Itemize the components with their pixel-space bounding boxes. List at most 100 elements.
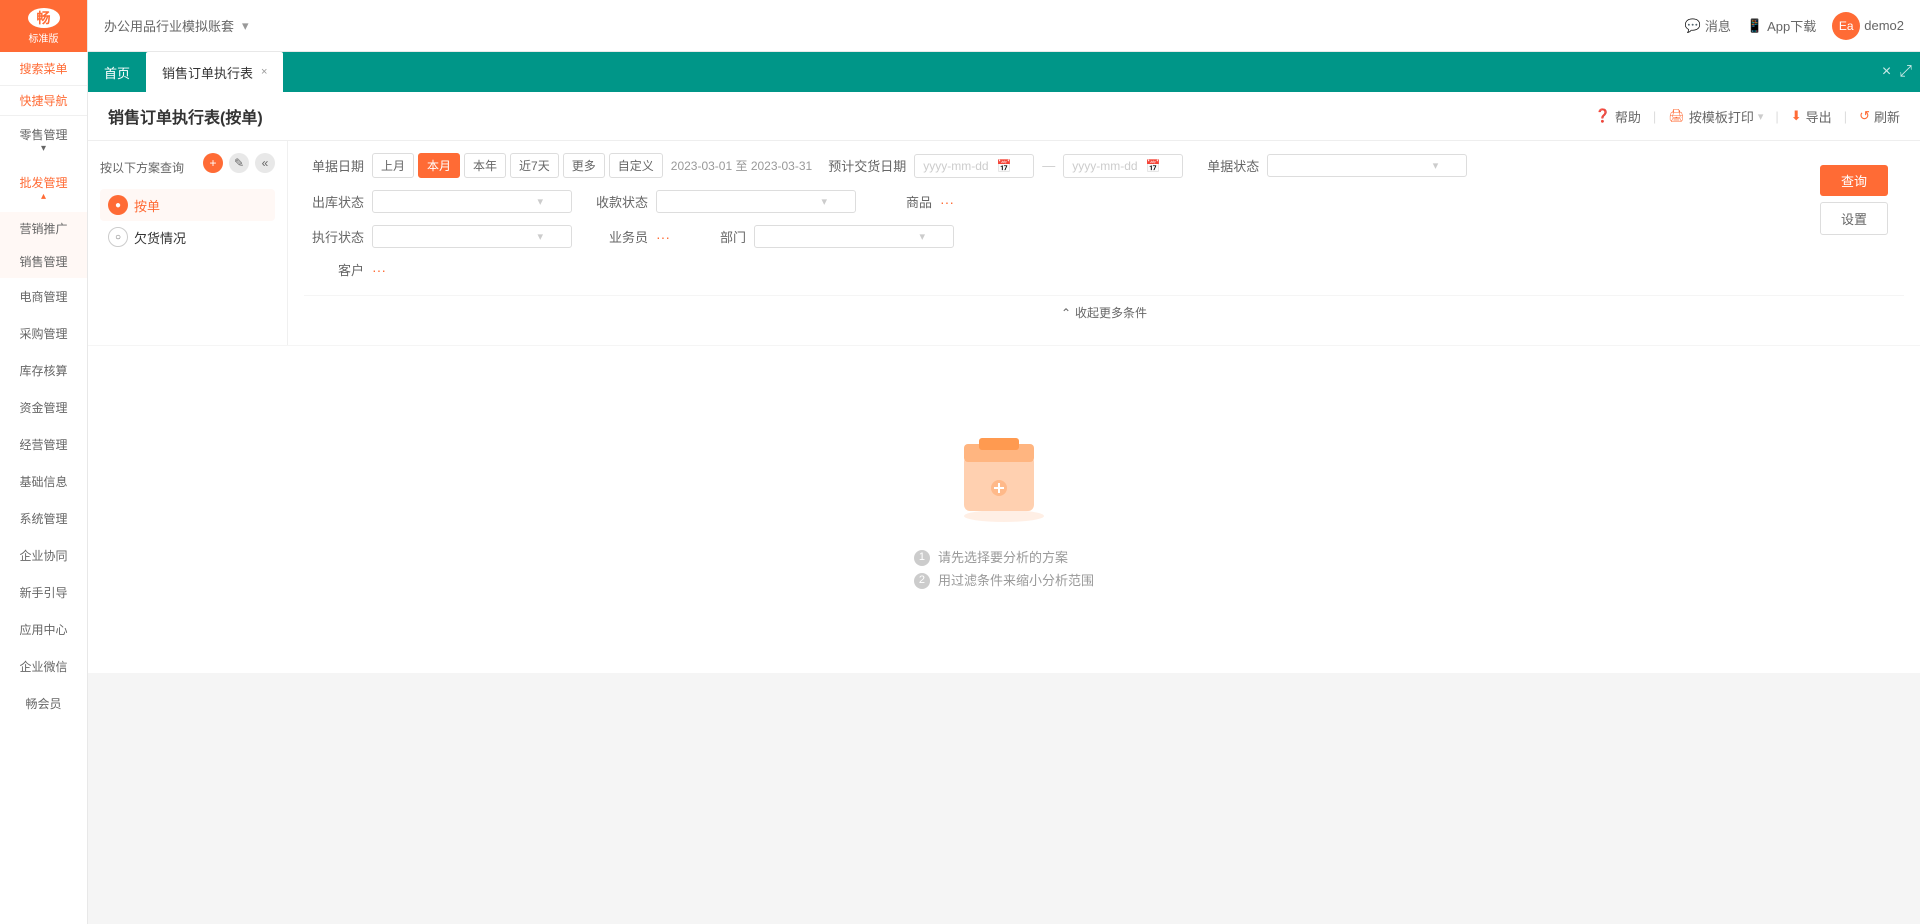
- add-plan-button[interactable]: +: [203, 153, 223, 173]
- export-action[interactable]: ⬇ 导出: [1791, 107, 1832, 126]
- filter-doc-status-field: 单据状态 ▾: [1199, 154, 1467, 177]
- print-action[interactable]: 🖨 按模板打印 ▾: [1668, 107, 1763, 126]
- app-download-action[interactable]: 📱 App下载: [1747, 16, 1816, 35]
- filter-salesperson-field: 业务员 ···: [588, 227, 670, 246]
- exec-status-select[interactable]: ▾: [372, 225, 572, 248]
- filter-department-field: 部门 ▾: [686, 225, 954, 248]
- sidebar-item-purchase[interactable]: 采购管理: [0, 315, 87, 352]
- filter-row-2: 出库状态 ▾ 收款状态: [304, 190, 1804, 213]
- sidebar-item-finance[interactable]: 资金管理: [0, 389, 87, 426]
- filter-plan-actions: + ✎ «: [203, 153, 275, 173]
- message-icon: 💬: [1685, 18, 1701, 34]
- doc-status-label: 单据状态: [1199, 156, 1259, 175]
- edit-plan-button[interactable]: ✎: [229, 153, 249, 173]
- expected-date-end[interactable]: yyyy-mm-dd 📅: [1063, 154, 1183, 178]
- plan-inactive-icon: ○: [108, 227, 128, 247]
- expected-date-start[interactable]: yyyy-mm-dd 📅: [914, 154, 1034, 178]
- sidebar-item-retail[interactable]: 零售管理 ▾: [0, 116, 87, 164]
- filter-goods-field: 商品 ···: [872, 192, 954, 211]
- filter-row-1: 单据日期 上月 本月 本年 近7天 更多 自定义 2023-03-01 至 20…: [304, 153, 1804, 178]
- plan-item-backorder[interactable]: ○ 欠货情况: [100, 221, 275, 253]
- page-content: 销售订单执行表(按单) ❓ 帮助 | 🖨 按模板打印 ▾ | ⬇ 导出 |: [88, 92, 1920, 924]
- sidebar-item-marketing[interactable]: 营销推广: [0, 212, 87, 245]
- tab-close-all-icon[interactable]: ×: [1882, 63, 1891, 81]
- refresh-action[interactable]: ↺ 刷新: [1859, 107, 1900, 126]
- export-icon: ⬇: [1791, 108, 1802, 124]
- sidebar-item-system[interactable]: 系统管理: [0, 500, 87, 537]
- refresh-icon: ↺: [1859, 108, 1870, 124]
- sidebar-item-ecommerce[interactable]: 电商管理: [0, 278, 87, 315]
- message-action[interactable]: 💬 消息: [1685, 16, 1731, 35]
- date-btn-custom[interactable]: 自定义: [609, 153, 663, 178]
- date-btn-this-year[interactable]: 本年: [464, 153, 506, 178]
- goods-picker-icon[interactable]: ···: [940, 194, 954, 210]
- filter-section: 按以下方案查询 + ✎ « ● 按单 ○ 欠货情况: [88, 141, 1920, 345]
- sidebar-quick-nav[interactable]: 快捷导航: [0, 86, 87, 116]
- ship-status-label: 出库状态: [304, 192, 364, 211]
- filter-expected-date-field: 预计交货日期 yyyy-mm-dd 📅 — yyyy-mm-dd 📅: [828, 154, 1183, 178]
- filter-plan-panel: 按以下方案查询 + ✎ « ● 按单 ○ 欠货情况: [88, 141, 288, 345]
- sidebar-item-corp-collab[interactable]: 企业协同: [0, 537, 87, 574]
- date-btn-more[interactable]: 更多: [563, 153, 605, 178]
- tab-close-icon[interactable]: ×: [261, 66, 267, 78]
- page-title: 销售订单执行表(按单): [108, 104, 263, 128]
- date-btn-last-month[interactable]: 上月: [372, 153, 414, 178]
- sidebar-item-newbie[interactable]: 新手引导: [0, 574, 87, 611]
- plan-item-by-order[interactable]: ● 按单: [100, 189, 275, 221]
- sidebar: 畅 标准版 搜索菜单 快捷导航 零售管理 ▾ 批发管理 ▴ 营销推广 销售管理 …: [0, 0, 88, 924]
- salesperson-picker-icon[interactable]: ···: [656, 229, 670, 245]
- set-button[interactable]: 设置: [1820, 202, 1888, 235]
- breadcrumb-text: 办公用品行业模拟账套: [104, 16, 234, 35]
- collect-status-select[interactable]: ▾: [656, 190, 856, 213]
- collapse-plan-button[interactable]: «: [255, 153, 275, 173]
- sidebar-item-inventory[interactable]: 库存核算: [0, 352, 87, 389]
- breadcrumb-dropdown-icon[interactable]: ▾: [242, 18, 249, 34]
- breadcrumb: 办公用品行业模拟账套 ▾: [104, 16, 249, 35]
- date-button-group: 上月 本月 本年 近7天 更多 自定义 2023-03-01 至 2023-03…: [372, 153, 812, 178]
- query-button[interactable]: 查询: [1820, 165, 1888, 196]
- sidebar-item-app-center[interactable]: 应用中心: [0, 611, 87, 648]
- page-header: 销售订单执行表(按单) ❓ 帮助 | 🖨 按模板打印 ▾ | ⬇ 导出 |: [88, 92, 1920, 141]
- query-btn-area: 查询 设置: [1804, 153, 1904, 247]
- filter-plan-title: 按以下方案查询 + ✎ «: [100, 153, 275, 181]
- plan-active-icon: ●: [108, 195, 128, 215]
- top-header: 办公用品行业模拟账套 ▾ 💬 消息 📱 App下载 Ea demo2: [88, 0, 1920, 52]
- tab-bar: 首页 销售订单执行表 × × ⤢: [88, 52, 1920, 92]
- filter-exec-status-field: 执行状态 ▾: [304, 225, 572, 248]
- tab-expand-icon[interactable]: ⤢: [1899, 63, 1912, 81]
- sidebar-item-sales[interactable]: 销售管理: [0, 245, 87, 278]
- sidebar-search[interactable]: 搜索菜单: [0, 52, 87, 86]
- select-arrow-dept-icon: ▾: [919, 230, 925, 243]
- user-avatar[interactable]: Ea demo2: [1832, 12, 1904, 40]
- date-btn-7days[interactable]: 近7天: [510, 153, 559, 178]
- calendar-icon: 📅: [997, 159, 1012, 173]
- department-label: 部门: [686, 227, 746, 246]
- goods-label: 商品: [872, 192, 932, 211]
- sidebar-item-member[interactable]: 畅会员: [0, 685, 87, 722]
- filter-date-field: 单据日期 上月 本月 本年 近7天 更多 自定义 2023-03-01 至 20…: [304, 153, 812, 178]
- select-arrow-collect-icon: ▾: [821, 195, 827, 208]
- filter-fields-area: 单据日期 上月 本月 本年 近7天 更多 自定义 2023-03-01 至 20…: [304, 153, 1804, 291]
- customer-picker-icon[interactable]: ···: [372, 262, 386, 278]
- ship-status-select[interactable]: ▾: [372, 190, 572, 213]
- select-arrow-ship-icon: ▾: [537, 195, 543, 208]
- filter-collect-status-field: 收款状态 ▾: [588, 190, 856, 213]
- filter-ship-status-field: 出库状态 ▾: [304, 190, 572, 213]
- doc-status-select[interactable]: ▾: [1267, 154, 1467, 177]
- help-action[interactable]: ❓ 帮助: [1595, 107, 1641, 126]
- collapse-filter-button[interactable]: ⌃ 收起更多条件: [304, 300, 1904, 325]
- select-arrow-exec-icon: ▾: [537, 230, 543, 243]
- page-header-actions: ❓ 帮助 | 🖨 按模板打印 ▾ | ⬇ 导出 | ↺ 刷新: [1595, 107, 1900, 126]
- sidebar-item-operations[interactable]: 经营管理: [0, 426, 87, 463]
- tab-sales-exec[interactable]: 销售订单执行表 ×: [146, 52, 283, 92]
- sidebar-item-base-info[interactable]: 基础信息: [0, 463, 87, 500]
- tab-home[interactable]: 首页: [88, 52, 146, 92]
- sidebar-item-wholesale[interactable]: 批发管理 ▴: [0, 164, 87, 212]
- sidebar-item-wechat[interactable]: 企业微信: [0, 648, 87, 685]
- collect-status-label: 收款状态: [588, 192, 648, 211]
- date-btn-this-month[interactable]: 本月: [418, 153, 460, 178]
- sidebar-logo: 畅 标准版: [0, 0, 87, 52]
- logo-icon: 畅: [28, 8, 60, 28]
- department-select[interactable]: ▾: [754, 225, 954, 248]
- filter-header: 按以下方案查询 + ✎ « ● 按单 ○ 欠货情况: [88, 141, 1920, 345]
